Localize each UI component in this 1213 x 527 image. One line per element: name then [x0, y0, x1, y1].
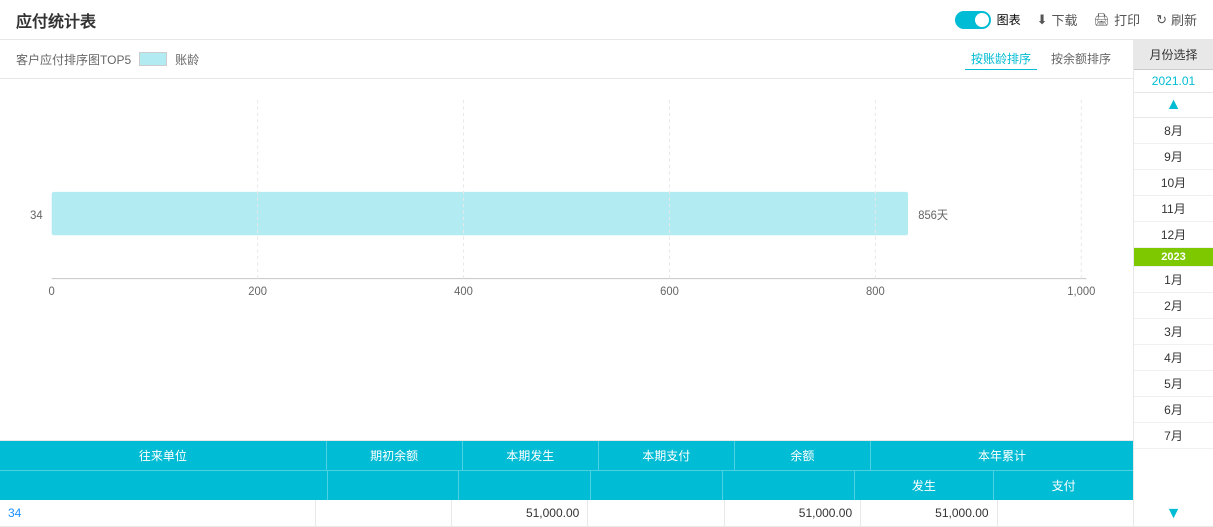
chart-controls: 客户应付排序图TOP5 账龄 按账龄排序 按余额排序 — [0, 40, 1133, 79]
chart-toggle-wrap[interactable]: 图表 — [955, 11, 1021, 29]
sort-by-balance-button[interactable]: 按余额排序 — [1045, 48, 1117, 70]
td-period-balance — [316, 500, 452, 526]
sidebar-nav-up[interactable]: ▲ — [1134, 93, 1213, 118]
legend-title: 客户应付排序图TOP5 — [16, 51, 131, 68]
svg-text:200: 200 — [248, 286, 267, 298]
chart-legend: 客户应付排序图TOP5 账龄 — [16, 51, 199, 68]
table-header-row1: 往来单位 期初余额 本期发生 本期支付 余额 本年累计 — [0, 441, 1133, 470]
svg-text:34: 34 — [30, 210, 43, 222]
sidebar-month-11[interactable]: 11月 — [1134, 196, 1213, 222]
sidebar-month-2[interactable]: 2月 — [1134, 293, 1213, 319]
main-content: 客户应付排序图TOP5 账龄 按账龄排序 按余额排序 34 856天 — [0, 40, 1213, 527]
svg-text:600: 600 — [660, 286, 679, 298]
sidebar-month-10[interactable]: 10月 — [1134, 170, 1213, 196]
unit-link[interactable]: 34 — [8, 506, 21, 520]
th-period-balance: 期初余额 — [327, 441, 463, 470]
table-section: 往来单位 期初余额 本期发生 本期支付 余额 本年累计 发生 支付 — [0, 440, 1133, 527]
th-balance: 余额 — [735, 441, 871, 470]
sidebar: 月份选择 2021.01 ▲ 8月 9月 10月 11月 12月 2023 1月… — [1133, 40, 1213, 527]
refresh-button[interactable]: ↻ 刷新 — [1156, 10, 1197, 29]
chart-toggle[interactable] — [955, 11, 991, 29]
sidebar-year-2023: 2023 — [1134, 248, 1213, 267]
refresh-icon: ↻ — [1156, 12, 1167, 28]
sidebar-month-12[interactable]: 12月 — [1134, 222, 1213, 248]
sidebar-year-input[interactable]: 2021.01 — [1134, 70, 1213, 93]
sidebar-header: 月份选择 — [1134, 40, 1213, 70]
page-title: 应付统计表 — [16, 8, 96, 32]
chart-toggle-label: 图表 — [997, 11, 1021, 28]
download-icon: ⬇ — [1037, 12, 1048, 28]
refresh-label: 刷新 — [1171, 10, 1197, 29]
table-header-row2: 发生 支付 — [0, 470, 1133, 500]
sidebar-month-8[interactable]: 8月 — [1134, 118, 1213, 144]
th-year-pay: 支付 — [994, 471, 1133, 500]
td-period-occur: 51,000.00 — [452, 500, 588, 526]
header-actions: 图表 ⬇ 下载 🖨 打印 ↻ 刷新 — [955, 10, 1197, 29]
chart-area: 34 856天 0 200 400 600 800 1,000 — [0, 79, 1133, 440]
td-period-pay — [588, 500, 724, 526]
sort-by-amount-button[interactable]: 按账龄排序 — [965, 48, 1037, 70]
td-unit: 34 — [0, 500, 316, 526]
svg-text:400: 400 — [454, 286, 473, 298]
print-button[interactable]: 🖨 打印 — [1094, 10, 1141, 29]
td-year-pay — [998, 500, 1133, 526]
th-period-occur: 本期发生 — [463, 441, 599, 470]
sidebar-month-1[interactable]: 1月 — [1134, 267, 1213, 293]
print-icon: 🖨 — [1094, 12, 1111, 28]
td-year-occur: 51,000.00 — [861, 500, 997, 526]
th-year-acc: 本年累计 — [871, 441, 1133, 470]
svg-text:800: 800 — [866, 286, 885, 298]
sidebar-month-9[interactable]: 9月 — [1134, 144, 1213, 170]
download-label: 下载 — [1052, 10, 1078, 29]
sidebar-month-4[interactable]: 4月 — [1134, 345, 1213, 371]
bar-chart: 34 856天 0 200 400 600 800 1,000 — [16, 89, 1117, 349]
th-year-occur: 发生 — [855, 471, 995, 500]
td-balance: 51,000.00 — [725, 500, 861, 526]
sidebar-month-3[interactable]: 3月 — [1134, 319, 1213, 345]
sidebar-month-7[interactable]: 7月 — [1134, 423, 1213, 449]
legend-box — [139, 52, 167, 66]
sort-buttons: 按账龄排序 按余额排序 — [965, 48, 1117, 70]
table-body: 34 51,000.00 51,000.00 51,000.00 — [0, 500, 1133, 527]
table-row: 34 51,000.00 51,000.00 51,000.00 — [0, 500, 1133, 527]
sidebar-month-6[interactable]: 6月 — [1134, 397, 1213, 423]
th-period-pay: 本期支付 — [599, 441, 735, 470]
th-unit: 往来单位 — [0, 441, 327, 470]
svg-text:0: 0 — [49, 286, 55, 298]
print-label: 打印 — [1114, 10, 1140, 29]
legend-text: 账龄 — [175, 51, 199, 68]
chart-section: 客户应付排序图TOP5 账龄 按账龄排序 按余额排序 34 856天 — [0, 40, 1133, 527]
sidebar-month-5[interactable]: 5月 — [1134, 371, 1213, 397]
svg-text:1,000: 1,000 — [1067, 286, 1095, 298]
sidebar-nav-down[interactable]: ▼ — [1134, 502, 1213, 527]
download-button[interactable]: ⬇ 下载 — [1037, 10, 1078, 29]
sidebar-months: 8月 9月 10月 11月 12月 2023 1月 2月 3月 4月 5月 6月… — [1134, 118, 1213, 502]
svg-text:856天: 856天 — [918, 210, 948, 222]
